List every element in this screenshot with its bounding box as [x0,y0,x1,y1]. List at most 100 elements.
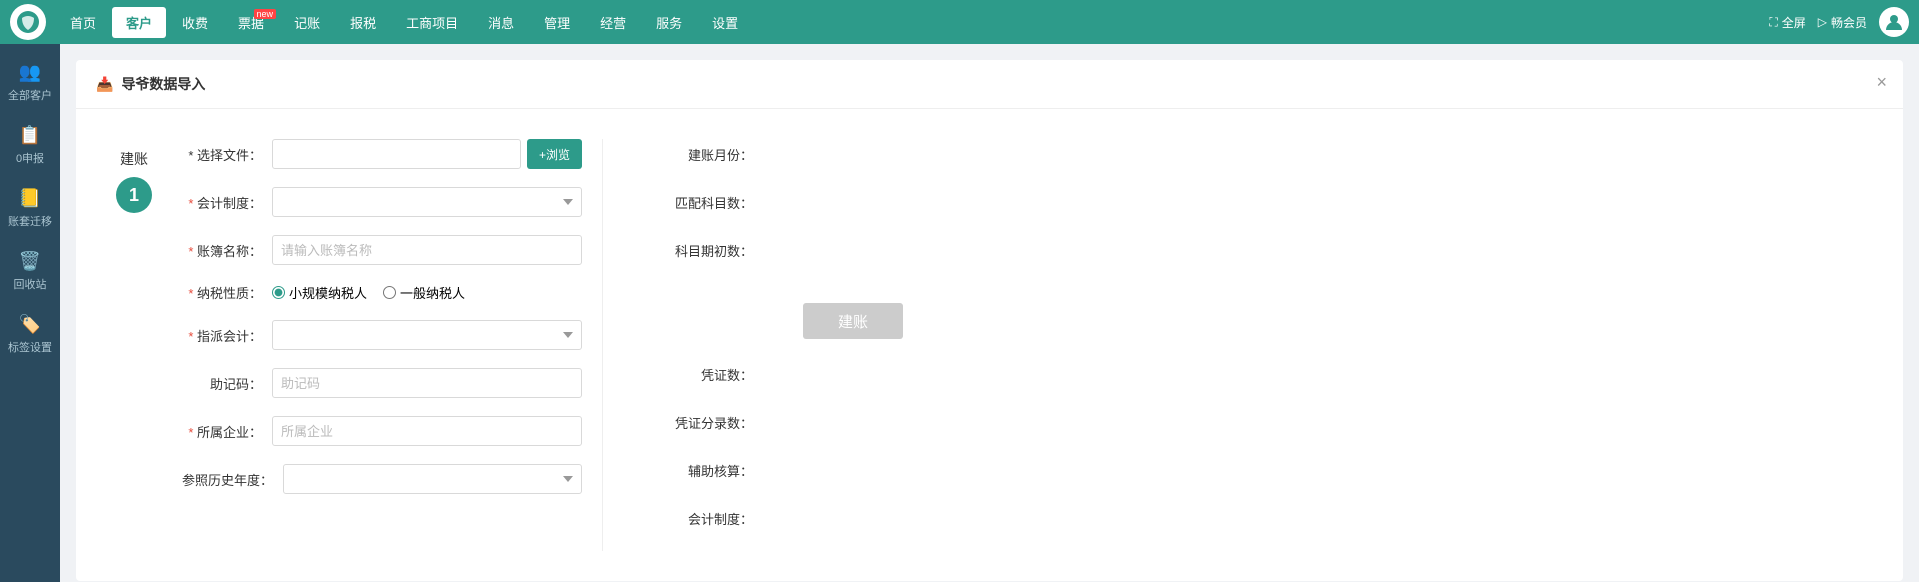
sidebar-label: 0申报 [16,150,44,166]
tax-radio-general[interactable] [383,286,396,299]
sidebar-item-全部客户[interactable]: 👥 全部客户 [2,54,58,111]
top-nav: 首页客户收费票据new记账报税工商项目消息管理经营服务设置 ⛶ 全屏 ▷ 畅会员 [0,0,1919,44]
build-month-label: 建账月份： [663,145,753,164]
file-label: * 选择文件： [182,145,262,164]
member-btn[interactable]: ▷ 畅会员 [1818,14,1867,31]
nav-item-经营[interactable]: 经营 [586,7,640,38]
fullscreen-btn[interactable]: ⛶ 全屏 [1769,14,1805,31]
period-init-label: 科目期初数： [663,241,753,260]
memo-input[interactable] [272,368,582,398]
match-count-row: 匹配科目数： [663,187,1043,217]
info-section: 建账月份： 匹配科目数： 科目期初数： 建账 [663,139,1043,551]
nav-item-消息[interactable]: 消息 [474,7,528,38]
sidebar-label: 全部客户 [8,87,52,103]
fullscreen-label: 全屏 [1782,14,1806,31]
history-label: 参照历史年度： [182,470,273,489]
accounting-select[interactable] [272,187,582,217]
accounting-system-row: 会计制度： [663,503,1043,533]
nav-item-管理[interactable]: 管理 [530,7,584,38]
accounting-label: 会计制度： [182,193,262,212]
voucher-entries-row: 凭证分录数： [663,407,1043,437]
aux-label: 辅助核算： [663,461,753,480]
nav-item-收费[interactable]: 收费 [168,7,222,38]
sidebar-icon: 🏷️ [19,314,41,335]
file-input[interactable] [272,139,521,169]
sidebar-item-回收站[interactable]: 🗑️ 回收站 [2,243,58,300]
voucher-label: 凭证数： [663,365,753,384]
panel-header: 📥 导爷数据导入 [76,60,1903,109]
panel-body: 建账 1 * 选择文件： +浏览 会计制度： [76,109,1903,581]
history-row: 参照历史年度： [182,464,582,494]
tax-option-small-label: 小规模纳税人 [289,283,367,302]
sidebar-item-标签设置[interactable]: 🏷️ 标签设置 [2,306,58,363]
sidebar-icon: 👥 [19,62,41,83]
step-label: 建账 [120,149,148,169]
ledger-name-row: 账簿名称： [182,235,582,265]
panel-title-icon: 📥 [96,76,113,93]
nav-item-客户[interactable]: 客户 [112,7,166,38]
nav-item-票据[interactable]: 票据new [224,7,278,38]
nav-badge-票据: new [254,9,277,19]
accountant-label: 指派会计： [182,326,262,345]
vertical-divider [602,139,603,551]
ledger-name-label: 账簿名称： [182,241,262,260]
sidebar-item-账套迁移[interactable]: 📒 账套迁移 [2,180,58,237]
sidebar-icon: 📋 [19,125,41,146]
history-select[interactable] [283,464,582,494]
file-input-group: +浏览 [272,139,582,169]
period-init-row: 科目期初数： [663,235,1043,265]
fullscreen-icon: ⛶ [1769,15,1777,30]
accounting-row: 会计制度： [182,187,582,217]
sidebar-label: 回收站 [14,276,47,292]
tax-type-row: 纳税性质： 小规模纳税人 一般纳税人 [182,283,582,302]
tax-type-group: 小规模纳税人 一般纳税人 [272,283,582,302]
nav-item-设置[interactable]: 设置 [698,7,752,38]
avatar[interactable] [1879,7,1909,37]
member-label: 畅会员 [1831,14,1867,31]
nav-item-记账[interactable]: 记账 [280,7,334,38]
match-count-label: 匹配科目数： [663,193,753,212]
memo-label: 助记码： [182,374,262,393]
company-row: 所属企业： [182,416,582,446]
step-section: 建账 1 [116,139,152,551]
accounting-system-label: 会计制度： [663,509,753,528]
accountant-select[interactable] [272,320,582,350]
nav-item-工商项目[interactable]: 工商项目 [392,7,472,38]
sidebar-icon: 📒 [19,188,41,209]
logo[interactable] [10,4,46,40]
nav-item-首页[interactable]: 首页 [56,7,110,38]
sidebar: 👥 全部客户 📋 0申报 📒 账套迁移 🗑️ 回收站 🏷️ 标签设置 [0,44,60,582]
sidebar-label: 标签设置 [8,339,52,355]
company-label: 所属企业： [182,422,262,441]
voucher-row: 凭证数： [663,359,1043,389]
sidebar-icon: 🗑️ [19,251,41,272]
nav-items: 首页客户收费票据new记账报税工商项目消息管理经营服务设置 [56,7,1769,38]
build-btn-area: 建账 [663,283,1043,359]
sidebar-label: 账套迁移 [8,213,52,229]
play-icon: ▷ [1818,15,1827,29]
tax-radio-small[interactable] [272,286,285,299]
panel-title: 导爷数据导入 [121,74,205,94]
browse-button[interactable]: +浏览 [527,139,582,169]
build-month-row: 建账月份： [663,139,1043,169]
sidebar-item-0申报[interactable]: 📋 0申报 [2,117,58,174]
ledger-name-input[interactable] [272,235,582,265]
tax-option-general[interactable]: 一般纳税人 [383,283,465,302]
company-input[interactable] [272,416,582,446]
panel: 📥 导爷数据导入 × 建账 1 * 选择文件： +浏览 [76,60,1903,581]
nav-right: ⛶ 全屏 ▷ 畅会员 [1769,7,1909,37]
step-circle: 1 [116,177,152,213]
close-button[interactable]: × [1876,72,1887,93]
memo-row: 助记码： [182,368,582,398]
form-section: * 选择文件： +浏览 会计制度： [182,139,582,551]
nav-item-服务[interactable]: 服务 [642,7,696,38]
layout: 👥 全部客户 📋 0申报 📒 账套迁移 🗑️ 回收站 🏷️ 标签设置 📥 导爷数据导入 … [0,44,1919,582]
accountant-row: 指派会计： [182,320,582,350]
tax-option-small[interactable]: 小规模纳税人 [272,283,367,302]
tax-option-general-label: 一般纳税人 [400,283,465,302]
aux-row: 辅助核算： [663,455,1043,485]
nav-item-报税[interactable]: 报税 [336,7,390,38]
main-content: 📥 导爷数据导入 × 建账 1 * 选择文件： +浏览 [60,44,1919,582]
voucher-entries-label: 凭证分录数： [663,413,753,432]
build-button[interactable]: 建账 [803,303,903,339]
